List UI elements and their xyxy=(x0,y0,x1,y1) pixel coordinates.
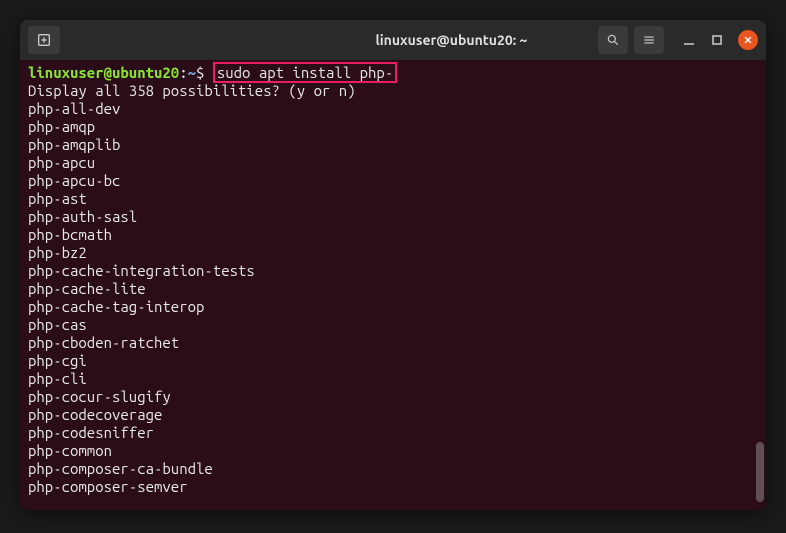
package-item: php-cache-integration-tests xyxy=(28,262,758,280)
new-tab-button[interactable] xyxy=(28,26,60,54)
package-item: php-codecoverage xyxy=(28,406,758,424)
close-button[interactable] xyxy=(738,30,758,50)
package-item: php-amqplib xyxy=(28,136,758,154)
prompt-path: ~ xyxy=(188,64,196,81)
maximize-button[interactable] xyxy=(710,33,724,47)
prompt-dollar: $ xyxy=(196,64,213,81)
package-item: php-common xyxy=(28,442,758,460)
maximize-icon xyxy=(710,33,724,47)
package-item: php-all-dev xyxy=(28,100,758,118)
package-item: php-amqp xyxy=(28,118,758,136)
minimize-button[interactable] xyxy=(682,33,696,47)
package-item: php-cli xyxy=(28,370,758,388)
package-item: php-cboden-ratchet xyxy=(28,334,758,352)
package-item: php-cache-tag-interop xyxy=(28,298,758,316)
terminal-body[interactable]: linuxuser@ubuntu20:~$ sudo apt install p… xyxy=(20,60,766,510)
package-item: php-bcmath xyxy=(28,226,758,244)
package-item: php-cache-lite xyxy=(28,280,758,298)
package-item: php-cocur-slugify xyxy=(28,388,758,406)
package-item: php-bz2 xyxy=(28,244,758,262)
menu-button[interactable] xyxy=(634,26,664,54)
package-item: php-apcu xyxy=(28,154,758,172)
package-item: php-cgi xyxy=(28,352,758,370)
package-item: php-composer-semver xyxy=(28,478,758,496)
scrollbar[interactable] xyxy=(756,442,764,502)
package-item: php-codesniffer xyxy=(28,424,758,442)
package-item: php-ast xyxy=(28,190,758,208)
search-button[interactable] xyxy=(598,26,628,54)
prompt-user: linuxuser@ubuntu20 xyxy=(28,64,179,81)
window-title: linuxuser@ubuntu20: ~ xyxy=(313,32,590,48)
terminal-window: linuxuser@ubuntu20: ~ xyxy=(20,20,766,510)
package-item: php-composer-ca-bundle xyxy=(28,460,758,478)
package-item: php-cas xyxy=(28,316,758,334)
package-list: php-all-devphp-amqpphp-amqplibphp-apcuph… xyxy=(28,100,758,496)
display-prompt: Display all 358 possibilities? (y or n) xyxy=(28,82,758,100)
minimize-icon xyxy=(682,33,696,47)
titlebar: linuxuser@ubuntu20: ~ xyxy=(20,20,766,60)
window-controls xyxy=(682,30,758,50)
close-icon xyxy=(743,35,753,45)
prompt-colon: : xyxy=(179,64,187,81)
package-item: php-auth-sasl xyxy=(28,208,758,226)
prompt-line: linuxuser@ubuntu20:~$ sudo apt install p… xyxy=(28,64,758,82)
command-highlight: sudo apt install php- xyxy=(213,62,397,83)
titlebar-left xyxy=(28,26,305,54)
new-tab-icon xyxy=(36,32,52,48)
package-item: php-apcu-bc xyxy=(28,172,758,190)
titlebar-right xyxy=(598,26,758,54)
search-icon xyxy=(606,33,620,47)
hamburger-icon xyxy=(642,33,656,47)
